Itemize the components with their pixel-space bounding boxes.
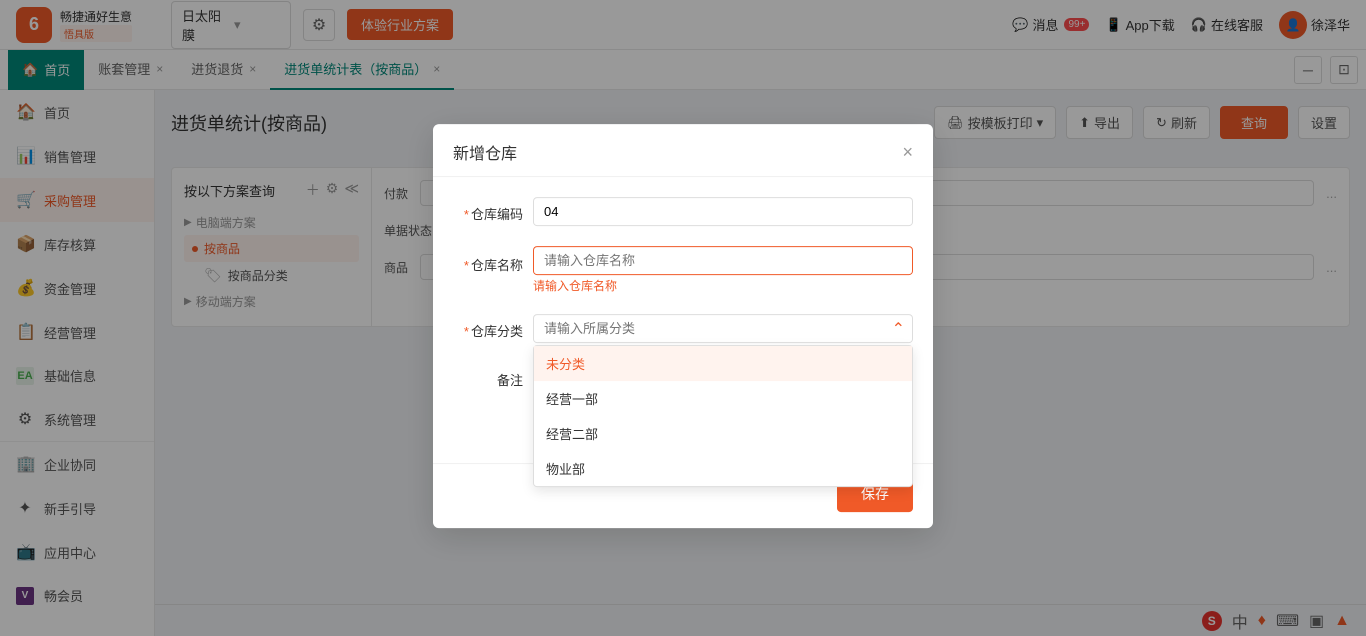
- modal-title: 新增仓库: [453, 140, 517, 164]
- warehouse-code-row: 仓库编码: [453, 197, 913, 226]
- dropdown-item-unclassified[interactable]: 未分类: [534, 346, 912, 381]
- modal-header: 新增仓库 ×: [433, 124, 933, 177]
- dropdown-item-operations-2[interactable]: 经营二部: [534, 416, 912, 451]
- category-dropdown-list: 未分类 经营一部 经营二部 物业部: [533, 345, 913, 487]
- modal-body: 仓库编码 仓库名称 请输入仓库名称 仓库分类 ⌃ 未分类 经营一部 经营二部: [433, 177, 933, 463]
- remark-label: 备注: [453, 363, 533, 389]
- category-dropdown-toggle[interactable]: ⌃: [892, 319, 905, 339]
- warehouse-category-row: 仓库分类 ⌃ 未分类 经营一部 经营二部 物业部: [453, 314, 913, 343]
- warehouse-code-label: 仓库编码: [453, 197, 533, 223]
- warehouse-code-input[interactable]: [533, 197, 913, 226]
- warehouse-category-input[interactable]: [533, 314, 913, 343]
- add-warehouse-modal: 新增仓库 × 仓库编码 仓库名称 请输入仓库名称 仓库分类 ⌃ 未分类: [433, 124, 933, 528]
- warehouse-name-label: 仓库名称: [453, 248, 533, 274]
- dropdown-item-property[interactable]: 物业部: [534, 451, 912, 486]
- warehouse-category-wrapper: ⌃ 未分类 经营一部 经营二部 物业部: [533, 314, 913, 343]
- warehouse-name-error: 请输入仓库名称: [453, 277, 913, 294]
- dropdown-item-operations-1[interactable]: 经营一部: [534, 381, 912, 416]
- warehouse-name-input[interactable]: [533, 246, 913, 275]
- modal-close-btn[interactable]: ×: [902, 142, 913, 163]
- warehouse-category-label: 仓库分类: [453, 314, 533, 340]
- warehouse-name-row: 仓库名称 请输入仓库名称: [453, 246, 913, 294]
